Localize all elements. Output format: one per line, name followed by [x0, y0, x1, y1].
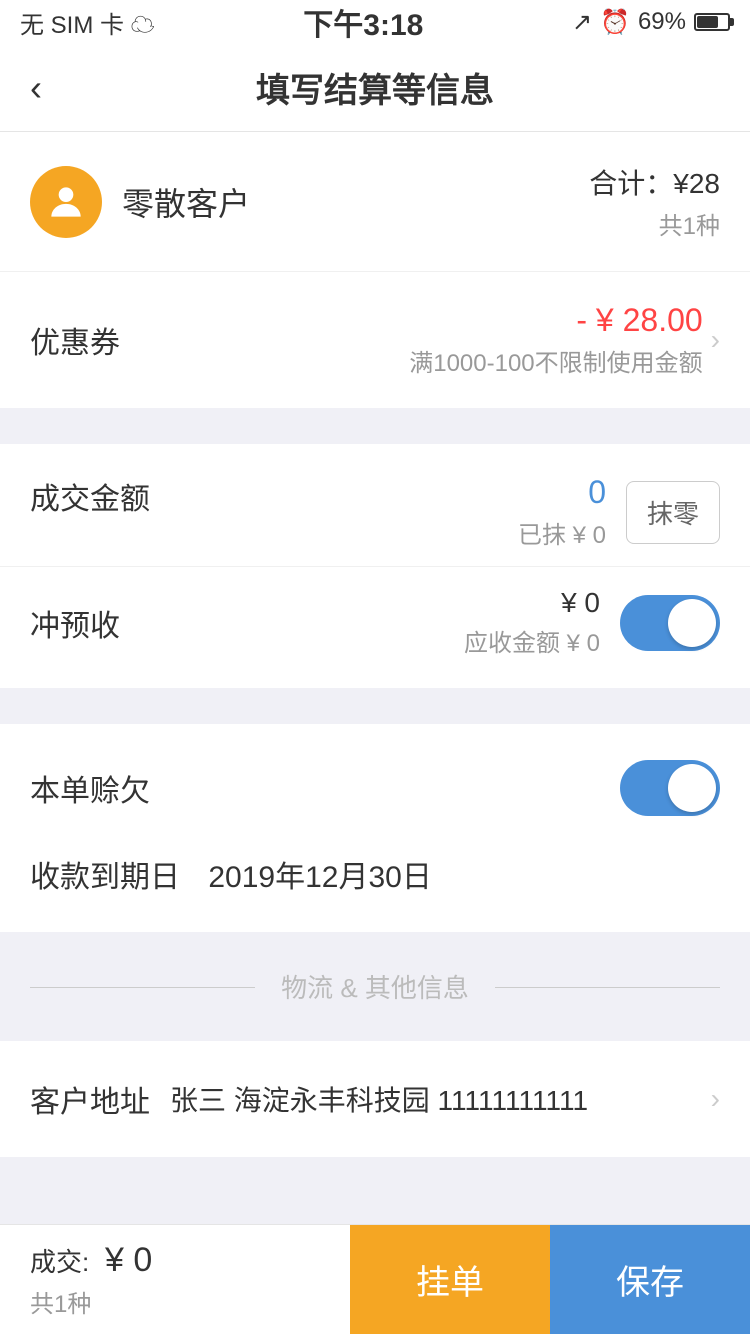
address-section: 客户地址 张三 海淀永丰科技园 11111111111 › — [0, 1041, 750, 1157]
prepay-value: ¥ 0 — [464, 587, 600, 619]
bottom-count: 共1种 — [30, 1284, 320, 1319]
debt-row: 本单赊欠 — [0, 724, 750, 852]
bottom-deal-label: 成交: — [30, 1247, 89, 1277]
page-title: 填写结算等信息 — [256, 63, 494, 112]
customer-row: 零散客户 合计：¥28 共1种 — [0, 132, 750, 271]
address-chevron-icon: › — [711, 1083, 720, 1115]
chevron-right-icon: › — [711, 324, 720, 356]
location-icon: ↗ — [572, 8, 592, 37]
total-amount: 合计：¥28 — [589, 162, 720, 202]
round-zero-button[interactable]: 抹零 — [626, 481, 720, 544]
battery-icon — [694, 13, 730, 31]
due-date-row: 收款到期日 2019年12月30日 — [0, 852, 750, 932]
bottom-deal-row: 成交: ¥ 0 — [30, 1241, 320, 1280]
logistics-label: 物流 & 其他信息 — [281, 973, 469, 1003]
transaction-sub: 已抹 ¥ 0 — [518, 515, 606, 550]
user-icon — [44, 180, 88, 224]
prepay-label: 冲预收 — [30, 601, 120, 645]
debt-toggle[interactable] — [620, 760, 720, 816]
prepay-right: ¥ 0 应收金额 ¥ 0 — [464, 587, 720, 658]
amount-input-area: 0 已抹 ¥ 0 — [518, 474, 606, 550]
save-button[interactable]: 保存 — [550, 1225, 750, 1334]
avatar — [30, 166, 102, 238]
divider-2 — [0, 688, 750, 708]
coupon-row[interactable]: 优惠券 - ¥ 28.00 满1000-100不限制使用金额 › — [0, 271, 750, 408]
divider-1 — [0, 424, 750, 444]
prepay-sub: 应收金额 ¥ 0 — [464, 623, 600, 658]
coupon-discount: - ¥ 28.00 — [409, 302, 702, 339]
debt-label: 本单赊欠 — [30, 766, 150, 810]
no-sim-label: 无 SIM 卡 ☁ — [20, 5, 155, 40]
status-right: ↗ ⏰ 69% — [572, 8, 730, 37]
status-time: 下午3:18 — [303, 0, 423, 44]
customer-left: 零散客户 — [30, 166, 250, 238]
battery-label: 69% — [638, 8, 686, 36]
customer-summary: 合计：¥28 共1种 — [589, 162, 720, 241]
due-date-label: 收款到期日 — [30, 861, 180, 894]
alarm-icon: ⏰ — [600, 8, 630, 37]
hold-order-button[interactable]: 挂单 — [350, 1225, 550, 1334]
prepay-row: 冲预收 ¥ 0 应收金额 ¥ 0 — [0, 566, 750, 688]
total-count: 共1种 — [589, 206, 720, 241]
hold-label: 挂单 — [416, 1255, 484, 1304]
transaction-label: 成交金额 — [30, 474, 150, 518]
debt-section: 本单赊欠 收款到期日 2019年12月30日 — [0, 724, 750, 932]
coupon-value-block: - ¥ 28.00 满1000-100不限制使用金额 — [409, 302, 702, 378]
toggle-knob — [668, 599, 716, 647]
bottom-bar: 成交: ¥ 0 共1种 挂单 保存 — [0, 1224, 750, 1334]
address-label: 客户地址 — [30, 1077, 150, 1121]
address-row[interactable]: 客户地址 张三 海淀永丰科技园 11111111111 › — [0, 1041, 750, 1157]
prepay-toggle[interactable] — [620, 595, 720, 651]
debt-toggle-knob — [668, 764, 716, 812]
transaction-right: 0 已抹 ¥ 0 抹零 — [518, 474, 720, 550]
bottom-summary: 成交: ¥ 0 共1种 — [0, 1241, 350, 1319]
coupon-label: 优惠券 — [30, 318, 120, 362]
status-left: 无 SIM 卡 ☁ — [20, 5, 155, 40]
coupon-desc: 满1000-100不限制使用金额 — [409, 343, 702, 378]
transaction-section: 成交金额 0 已抹 ¥ 0 抹零 冲预收 ¥ 0 应收金额 ¥ 0 — [0, 444, 750, 688]
back-button[interactable]: ‹ — [30, 67, 42, 109]
due-date-value[interactable]: 2019年12月30日 — [208, 861, 431, 894]
bottom-deal-amount: ¥ 0 — [105, 1241, 152, 1279]
address-value: 张三 海淀永丰科技园 11111111111 — [170, 1079, 711, 1119]
transaction-value[interactable]: 0 — [518, 474, 606, 511]
customer-name: 零散客户 — [122, 179, 250, 225]
status-bar: 无 SIM 卡 ☁ 下午3:18 ↗ ⏰ 69% — [0, 0, 750, 44]
save-label: 保存 — [616, 1255, 684, 1304]
nav-bar: ‹ 填写结算等信息 — [0, 44, 750, 132]
logistics-divider: 物流 & 其他信息 — [0, 948, 750, 1025]
transaction-row: 成交金额 0 已抹 ¥ 0 抹零 — [0, 444, 750, 566]
prepay-amounts: ¥ 0 应收金额 ¥ 0 — [464, 587, 600, 658]
coupon-right: - ¥ 28.00 满1000-100不限制使用金额 › — [409, 302, 720, 378]
customer-section: 零散客户 合计：¥28 共1种 优惠券 - ¥ 28.00 满1000-100不… — [0, 132, 750, 408]
